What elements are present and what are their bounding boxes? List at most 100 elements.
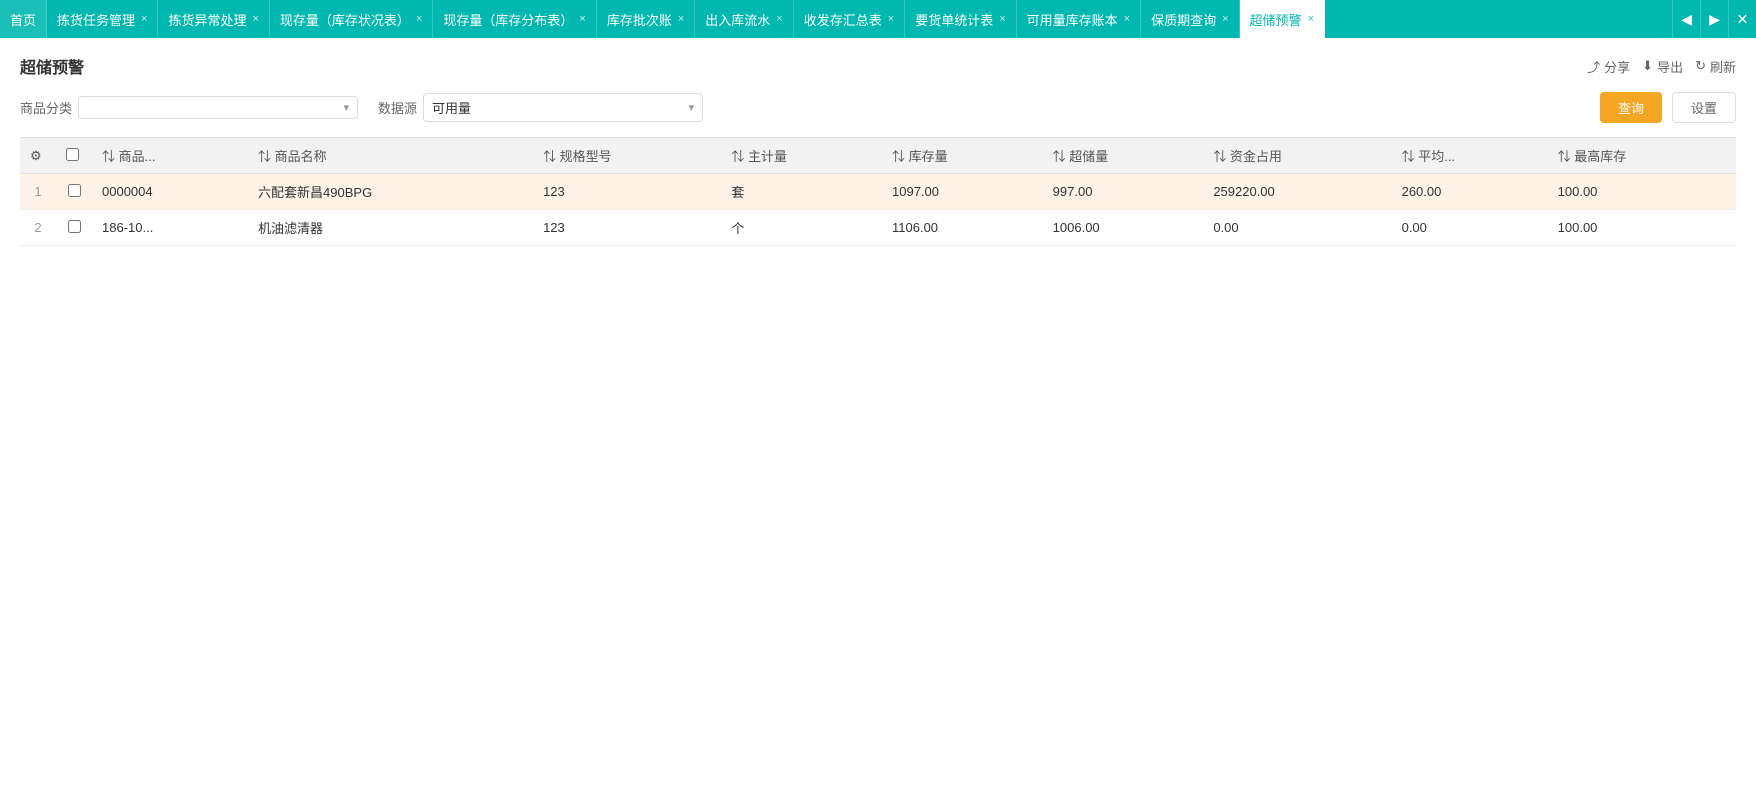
row-capital: 259220.00: [1203, 174, 1391, 210]
nav-tab-inout[interactable]: 出入库流水 ×: [695, 0, 793, 38]
nav-tab-abnormal[interactable]: 拣货异常处理 ×: [158, 0, 269, 38]
nav-tab-home-label: 首页: [10, 10, 36, 29]
export-icon: ⬇: [1642, 58, 1653, 74]
nav-tab-home[interactable]: 首页: [0, 0, 47, 38]
share-button[interactable]: ⤴ 分享: [1587, 57, 1630, 76]
nav-tab-summary-close[interactable]: ×: [888, 13, 894, 25]
nav-tab-available-close[interactable]: ×: [1124, 13, 1130, 25]
row-checkbox[interactable]: [68, 220, 81, 233]
nav-tab-overstock-close[interactable]: ×: [1308, 13, 1314, 25]
th-stock-label: ⇅ 库存量: [892, 149, 948, 164]
product-category-group: 商品分类 ▾: [20, 96, 358, 119]
settings-button[interactable]: 设置: [1672, 92, 1736, 123]
nav-tab-stock-status[interactable]: 现存量（库存状况表） ×: [270, 0, 433, 38]
th-product-code-label: ⇅ 商品...: [102, 149, 155, 164]
select-all-checkbox[interactable]: [66, 148, 79, 161]
refresh-label: 刷新: [1710, 57, 1736, 76]
export-button[interactable]: ⬇ 导出: [1642, 57, 1683, 76]
th-overstock-label: ⇅ 超储量: [1053, 149, 1109, 164]
query-button[interactable]: 查询: [1600, 92, 1662, 123]
th-product-name-label: ⇅ 商品名称: [258, 149, 327, 164]
th-unit[interactable]: ⇅ 主计量: [721, 138, 882, 174]
nav-tab-inout-close[interactable]: ×: [776, 13, 782, 25]
row-avg: 0.00: [1392, 210, 1548, 246]
row-spec: 123: [533, 174, 721, 210]
nav-tab-expiry[interactable]: 保质期查询 ×: [1141, 0, 1239, 38]
data-source-group: 数据源 可用量 ▾: [378, 93, 703, 122]
th-gear[interactable]: ⚙: [20, 138, 56, 174]
row-product-name: 机油滤清器: [248, 210, 533, 246]
th-capital[interactable]: ⇅ 资金占用: [1203, 138, 1391, 174]
data-source-chevron-icon: ▾: [689, 101, 695, 114]
th-product-name[interactable]: ⇅ 商品名称: [248, 138, 533, 174]
th-spec[interactable]: ⇅ 规格型号: [533, 138, 721, 174]
nav-tab-stock-dist-label: 现存量（库存分布表）: [443, 10, 573, 29]
nav-tab-task-label: 拣货任务管理: [57, 10, 135, 29]
nav-tab-abnormal-close[interactable]: ×: [252, 13, 258, 25]
data-source-select[interactable]: 可用量 ▾: [423, 93, 703, 122]
nav-tab-summary[interactable]: 收发存汇总表 ×: [794, 0, 905, 38]
row-checkbox-cell: [56, 174, 92, 210]
row-unit: 个: [721, 210, 882, 246]
product-category-select[interactable]: ▾: [78, 96, 358, 119]
share-icon: ⤴: [1587, 57, 1600, 76]
table-row: 2 186-10... 机油滤清器 123 个 1106.00 1006.00 …: [20, 210, 1736, 246]
th-unit-label: ⇅ 主计量: [731, 149, 787, 164]
share-label: 分享: [1604, 57, 1630, 76]
nav-tab-order-stat-close[interactable]: ×: [999, 13, 1005, 25]
nav-tab-abnormal-label: 拣货异常处理: [168, 10, 246, 29]
row-stock: 1097.00: [882, 174, 1043, 210]
nav-tab-expiry-close[interactable]: ×: [1222, 13, 1228, 25]
th-capital-label: ⇅ 资金占用: [1213, 149, 1282, 164]
th-product-code[interactable]: ⇅ 商品...: [92, 138, 248, 174]
row-product-name: 六配套新昌490BPG: [248, 174, 533, 210]
row-index: 1: [20, 174, 56, 210]
th-overstock[interactable]: ⇅ 超储量: [1043, 138, 1204, 174]
nav-prev-arrow[interactable]: ◀: [1672, 0, 1700, 38]
gear-icon: ⚙: [30, 148, 42, 163]
th-avg[interactable]: ⇅ 平均...: [1392, 138, 1548, 174]
th-avg-label: ⇅ 平均...: [1402, 149, 1455, 164]
th-max-stock-label: ⇅ 最高库存: [1558, 149, 1627, 164]
row-overstock: 1006.00: [1043, 210, 1204, 246]
page-content: 超储预警 ⤴ 分享 ⬇ 导出 ↻ 刷新 商品分类 ▾ 数据源: [0, 38, 1756, 800]
refresh-icon: ↻: [1695, 58, 1706, 74]
row-unit: 套: [721, 174, 882, 210]
th-max-stock[interactable]: ⇅ 最高库存: [1548, 138, 1736, 174]
row-product-code: 0000004: [92, 174, 248, 210]
nav-tab-order-stat[interactable]: 要货单统计表 ×: [905, 0, 1016, 38]
nav-tab-batch-label: 库存批次账: [607, 10, 672, 29]
product-category-label: 商品分类: [20, 98, 72, 117]
nav-tab-inout-label: 出入库流水: [705, 10, 770, 29]
nav-tab-overstock-label: 超储预警: [1250, 10, 1302, 29]
table-header-row: ⚙ ⇅ 商品... ⇅ 商品名称 ⇅ 规格型号 ⇅ 主计量 ⇅: [20, 138, 1736, 174]
nav-tab-stock-status-close[interactable]: ×: [416, 13, 422, 25]
refresh-button[interactable]: ↻ 刷新: [1695, 57, 1736, 76]
nav-tab-task[interactable]: 拣货任务管理 ×: [47, 0, 158, 38]
nav-tab-stock-dist-close[interactable]: ×: [579, 13, 585, 25]
row-max-stock: 100.00: [1548, 174, 1736, 210]
row-stock: 1106.00: [882, 210, 1043, 246]
nav-tab-batch[interactable]: 库存批次账 ×: [597, 0, 695, 38]
row-product-code: 186-10...: [92, 210, 248, 246]
data-source-value: 可用量: [432, 98, 688, 117]
nav-tab-batch-close[interactable]: ×: [678, 13, 684, 25]
nav-tab-overstock[interactable]: 超储预警 ×: [1240, 0, 1325, 38]
nav-close-arrow[interactable]: ✕: [1728, 0, 1756, 38]
row-checkbox[interactable]: [68, 184, 81, 197]
nav-tab-stock-dist[interactable]: 现存量（库存分布表） ×: [433, 0, 596, 38]
row-avg: 260.00: [1392, 174, 1548, 210]
nav-tab-available[interactable]: 可用量库存账本 ×: [1017, 0, 1141, 38]
top-nav: 首页 拣货任务管理 × 拣货异常处理 × 现存量（库存状况表） × 现存量（库存…: [0, 0, 1756, 38]
page-title: 超储预警: [20, 54, 84, 78]
th-stock[interactable]: ⇅ 库存量: [882, 138, 1043, 174]
nav-arrows: ◀ ▶ ✕: [1672, 0, 1756, 38]
nav-next-arrow[interactable]: ▶: [1700, 0, 1728, 38]
row-overstock: 997.00: [1043, 174, 1204, 210]
nav-tab-task-close[interactable]: ×: [141, 13, 147, 25]
data-source-label: 数据源: [378, 98, 417, 117]
nav-tab-stock-status-label: 现存量（库存状况表）: [280, 10, 410, 29]
export-label: 导出: [1657, 57, 1683, 76]
nav-tab-expiry-label: 保质期查询: [1151, 10, 1216, 29]
page-header: 超储预警 ⤴ 分享 ⬇ 导出 ↻ 刷新: [20, 54, 1736, 78]
